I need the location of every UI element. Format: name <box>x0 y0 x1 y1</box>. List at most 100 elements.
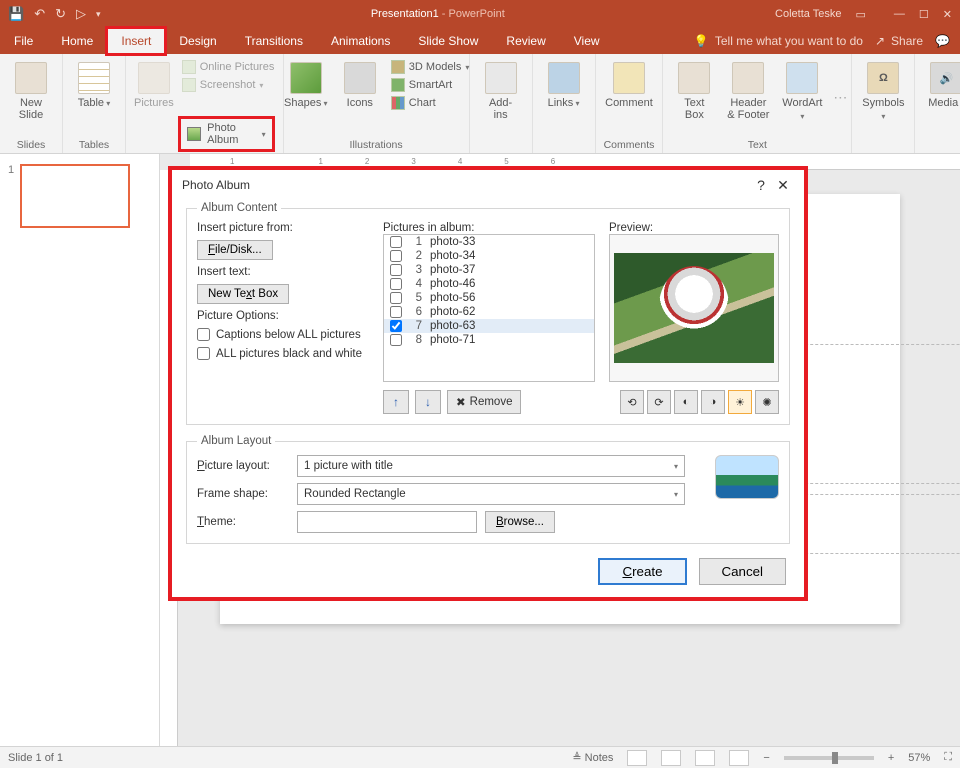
minimize-icon[interactable]: — <box>894 8 905 21</box>
tab-view[interactable]: View <box>560 28 614 54</box>
picture-checkbox[interactable] <box>390 292 402 304</box>
tab-transitions[interactable]: Transitions <box>231 28 317 54</box>
picture-list-item[interactable]: 8photo-71 <box>384 333 594 347</box>
tab-home[interactable]: Home <box>47 28 107 54</box>
picture-checkbox[interactable] <box>390 278 402 290</box>
addins-button[interactable]: Add- ins <box>478 58 524 121</box>
smartart-button[interactable]: SmartArt <box>391 78 470 92</box>
addins-icon <box>485 62 517 94</box>
wordart-button[interactable]: WordArt ▾ <box>779 58 825 123</box>
create-button[interactable]: Create <box>598 558 686 585</box>
picture-list-item[interactable]: 6photo-62 <box>384 305 594 319</box>
picture-checkbox[interactable] <box>390 306 402 318</box>
subtitle-placeholder[interactable] <box>790 494 960 554</box>
slide-thumbnails-pane[interactable]: 1 <box>0 154 160 746</box>
brightness-down-button[interactable]: ✺ <box>755 390 779 414</box>
notes-button[interactable]: ≜ Notes <box>572 751 613 764</box>
slide-sorter-view-button[interactable] <box>661 750 681 766</box>
cancel-button[interactable]: Cancel <box>699 558 787 585</box>
new-text-box-button[interactable]: New Text Box <box>197 284 289 304</box>
close-icon[interactable]: ✕ <box>943 8 952 21</box>
tab-design[interactable]: Design <box>165 28 230 54</box>
undo-icon[interactable]: ↶ <box>34 6 45 22</box>
theme-input[interactable] <box>297 511 477 533</box>
zoom-level[interactable]: 57% <box>908 752 930 764</box>
picture-list-item[interactable]: 7photo-63 <box>384 319 594 333</box>
captions-checkbox[interactable]: Captions below ALL pictures <box>197 328 369 341</box>
picture-list-item[interactable]: 1photo-33 <box>384 235 594 249</box>
tab-slideshow[interactable]: Slide Show <box>404 28 492 54</box>
online-pictures-button[interactable]: Online Pictures <box>182 60 275 74</box>
slideshow-view-button[interactable] <box>729 750 749 766</box>
links-button[interactable]: Links ▾ <box>541 58 587 110</box>
picture-checkbox[interactable] <box>390 250 402 262</box>
remove-button[interactable]: ✖Remove <box>447 390 521 414</box>
browse-button[interactable]: Browse... <box>485 511 555 533</box>
dialog-title: Photo Album <box>182 178 250 192</box>
shapes-button[interactable]: Shapes ▾ <box>283 58 329 110</box>
picture-list-item[interactable]: 5photo-56 <box>384 291 594 305</box>
zoom-out-button[interactable]: − <box>763 752 769 764</box>
zoom-in-button[interactable]: + <box>888 752 894 764</box>
normal-view-button[interactable] <box>627 750 647 766</box>
move-down-button[interactable]: ↓ <box>415 390 441 414</box>
reading-view-button[interactable] <box>695 750 715 766</box>
rotate-right-button[interactable]: ⟳ <box>647 390 671 414</box>
group-symbols: ΩSymbols ▾ <box>852 54 915 153</box>
header-footer-button[interactable]: Header & Footer <box>725 58 771 121</box>
tab-file[interactable]: File <box>0 28 47 54</box>
insert-text-label: Insert text: <box>197 266 369 278</box>
screenshot-icon <box>182 78 196 92</box>
start-from-beginning-icon[interactable]: ▷ <box>76 6 86 22</box>
fit-to-window-button[interactable]: ⛶ <box>944 751 952 764</box>
group-media: 🔊Media ▾ <box>915 54 960 153</box>
dialog-help-icon[interactable]: ? <box>750 177 772 193</box>
contrast-down-button[interactable]: ◑ <box>701 390 725 414</box>
new-slide-button[interactable]: New Slide <box>8 58 54 121</box>
icons-button[interactable]: Icons <box>337 58 383 109</box>
frame-shape-select[interactable]: Rounded Rectangle▾ <box>297 483 685 505</box>
picture-checkbox[interactable] <box>390 236 402 248</box>
photo-album-button[interactable]: Photo Album ▾ <box>178 116 275 152</box>
screenshot-button[interactable]: Screenshot▾ <box>182 78 275 92</box>
tell-me-search[interactable]: 💡 Tell me what you want to do <box>694 34 863 48</box>
comment-button[interactable]: Comment <box>606 58 652 109</box>
picture-list-item[interactable]: 2photo-34 <box>384 249 594 263</box>
media-button[interactable]: 🔊Media ▾ <box>923 58 960 110</box>
rotate-left-button[interactable]: ⟲ <box>620 390 644 414</box>
tab-review[interactable]: Review <box>492 28 559 54</box>
pictures-button[interactable]: Pictures <box>134 58 174 109</box>
user-name[interactable]: Coletta Teske <box>775 8 841 20</box>
file-disk-button[interactable]: File/Disk... <box>197 240 273 260</box>
maximize-icon[interactable]: ☐ <box>919 8 929 21</box>
slide-thumbnail-1[interactable] <box>20 164 130 228</box>
picture-layout-select[interactable]: 1 picture with title▾ <box>297 455 685 477</box>
title-placeholder[interactable] <box>790 344 960 484</box>
contrast-up-button[interactable]: ◐ <box>674 390 698 414</box>
text-box-button[interactable]: Text Box <box>671 58 717 121</box>
move-up-button[interactable]: ↑ <box>383 390 409 414</box>
picture-checkbox[interactable] <box>390 320 402 332</box>
tab-insert[interactable]: Insert <box>107 28 165 54</box>
ribbon-display-icon[interactable]: ▭ <box>856 8 866 21</box>
chart-button[interactable]: Chart <box>391 96 470 110</box>
black-white-checkbox[interactable]: ALL pictures black and white <box>197 347 369 360</box>
picture-layout-label: Picture layout: <box>197 460 287 472</box>
picture-list-item[interactable]: 3photo-37 <box>384 263 594 277</box>
picture-checkbox[interactable] <box>390 334 402 346</box>
share-button[interactable]: ↗ Share <box>875 34 923 48</box>
3d-models-button[interactable]: 3D Models▾ <box>391 60 470 74</box>
symbols-button[interactable]: ΩSymbols ▾ <box>860 58 906 123</box>
picture-list-item[interactable]: 4photo-46 <box>384 277 594 291</box>
picture-checkbox[interactable] <box>390 264 402 276</box>
redo-icon[interactable]: ↻ <box>55 6 66 22</box>
pictures-listbox[interactable]: 1photo-332photo-343photo-374photo-465pho… <box>383 234 595 382</box>
tab-animations[interactable]: Animations <box>317 28 404 54</box>
zoom-slider[interactable] <box>784 756 874 760</box>
comments-pane-icon[interactable]: 💬 <box>935 34 950 48</box>
qat-more-icon[interactable]: ▾ <box>96 9 101 20</box>
table-button[interactable]: Table ▾ <box>71 58 117 110</box>
save-icon[interactable]: 💾 <box>8 6 24 22</box>
brightness-up-button[interactable]: ☀ <box>728 390 752 414</box>
dialog-close-icon[interactable]: ✕ <box>772 177 794 194</box>
